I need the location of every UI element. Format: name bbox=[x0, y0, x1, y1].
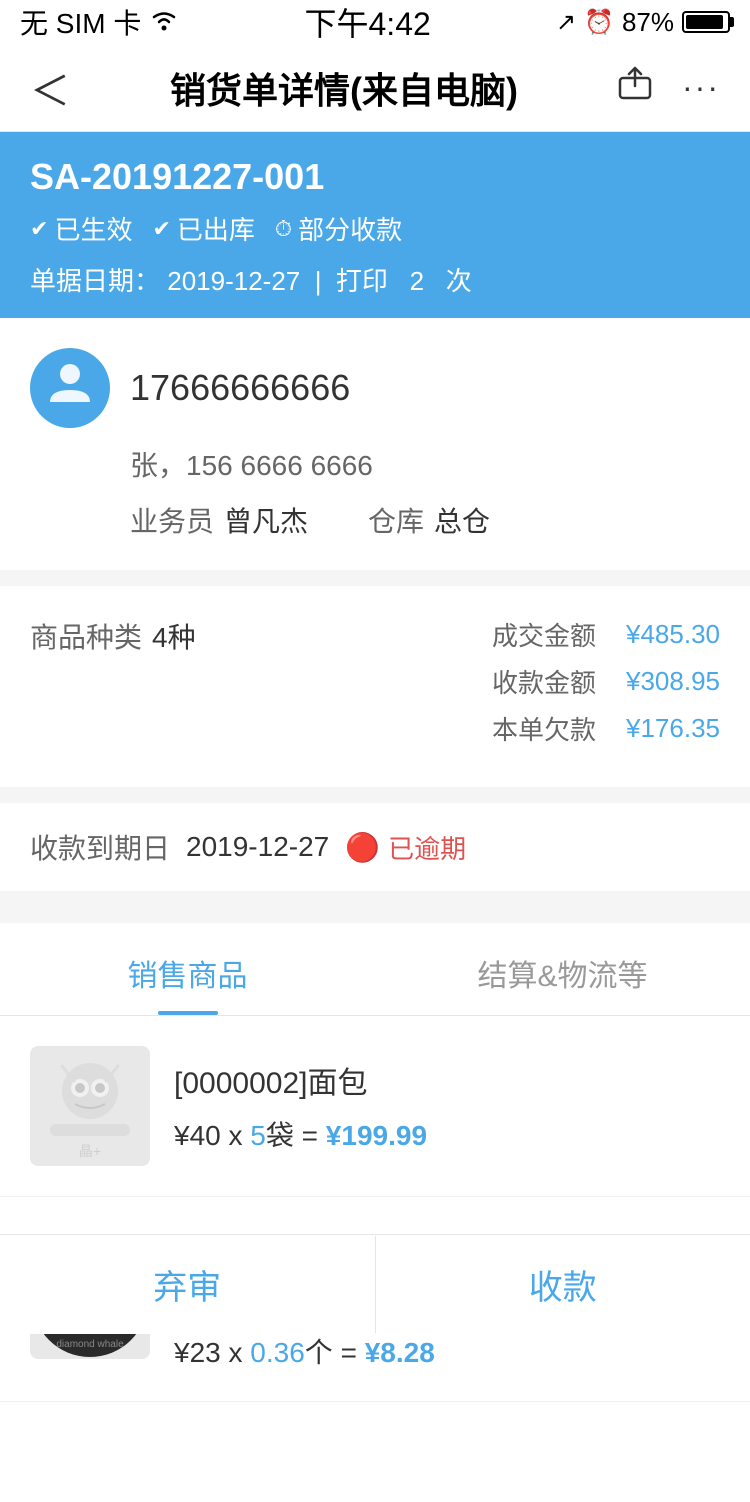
deal-value: ¥485.30 bbox=[626, 619, 720, 650]
page-title: 销货单详情(来自电脑) bbox=[170, 62, 518, 114]
product-type-value: 4种 bbox=[152, 616, 196, 656]
person-icon bbox=[46, 358, 94, 418]
avatar bbox=[30, 348, 110, 428]
product-price-2: ¥23 x 0.36个 = ¥8.28 bbox=[174, 1331, 720, 1371]
battery-icon bbox=[682, 11, 730, 33]
cancel-button[interactable]: 弃审 bbox=[0, 1236, 376, 1333]
nav-bar: ＜ 销货单详情(来自电脑) ··· bbox=[0, 44, 750, 132]
qty-1: 5 bbox=[250, 1120, 266, 1151]
customer-section: 17666666666 张，156 6666 6666 业务员 曾凡杰 仓库 总… bbox=[0, 318, 750, 570]
clock-icon: ⏱ bbox=[275, 216, 292, 242]
badge-partial: ⏱ 部分收款 bbox=[275, 210, 402, 247]
debt-label: 本单欠款 bbox=[492, 710, 596, 747]
sales-label: 业务员 bbox=[130, 500, 214, 540]
list-item: 晶+ [0000002]面包 ¥40 x 5袋 = ¥199.99 bbox=[0, 1016, 750, 1197]
deal-label: 成交金额 bbox=[492, 616, 596, 653]
total-1: ¥199.99 bbox=[326, 1120, 427, 1151]
due-date: 2019-12-27 bbox=[186, 831, 329, 863]
customer-main-row: 17666666666 bbox=[30, 348, 720, 428]
order-date: 2019-12-27 bbox=[167, 266, 300, 296]
status-time: 下午4:42 bbox=[305, 0, 431, 45]
carrier-text: 无 SIM 卡 bbox=[20, 2, 141, 42]
tab-settlement[interactable]: 结算&物流等 bbox=[375, 923, 750, 1015]
qty-2: 0.36 bbox=[250, 1337, 305, 1368]
overdue-icon: 🔴 bbox=[345, 831, 380, 864]
check-icon-1: ✔ bbox=[30, 216, 48, 242]
deal-row: 成交金额 ¥485.30 bbox=[492, 616, 720, 653]
share-icon[interactable] bbox=[618, 66, 652, 109]
total-2: ¥8.28 bbox=[365, 1337, 435, 1368]
due-section: 收款到期日 2019-12-27 🔴 已逾期 bbox=[0, 803, 750, 891]
order-id: SA-20191227-001 bbox=[30, 156, 720, 198]
sales-item: 业务员 曾凡杰 bbox=[130, 500, 308, 540]
tabs-section: 销售商品 结算&物流等 bbox=[0, 923, 750, 1016]
tabs-row: 销售商品 结算&物流等 bbox=[0, 923, 750, 1016]
date-label: 单据日期： bbox=[30, 266, 160, 296]
tab-sales-products[interactable]: 销售商品 bbox=[0, 923, 375, 1015]
product-price-1: ¥40 x 5袋 = ¥199.99 bbox=[174, 1114, 720, 1154]
battery-percent: 87% bbox=[622, 7, 674, 38]
customer-meta: 业务员 曾凡杰 仓库 总仓 bbox=[130, 500, 720, 540]
summary-right: 成交金额 ¥485.30 收款金额 ¥308.95 本单欠款 ¥176.35 bbox=[492, 616, 720, 757]
svg-text:diamond whale: diamond whale bbox=[56, 1339, 124, 1350]
customer-sub: 张，156 6666 6666 bbox=[130, 444, 720, 484]
print-count: 2 bbox=[410, 266, 424, 296]
status-indicators: ↗ ⏰ 87% bbox=[556, 7, 730, 38]
price-base-1: ¥40 bbox=[174, 1120, 221, 1151]
check-icon-2: ✔ bbox=[152, 216, 170, 242]
received-row: 收款金额 ¥308.95 bbox=[492, 663, 720, 700]
badge-shipped: ✔ 已出库 bbox=[152, 210, 254, 247]
due-label: 收款到期日 bbox=[30, 827, 170, 867]
received-label: 收款金额 bbox=[492, 663, 596, 700]
alarm-icon: ⏰ bbox=[584, 8, 614, 37]
location-icon: ↗ bbox=[556, 8, 576, 37]
product-info-1: [0000002]面包 ¥40 x 5袋 = ¥199.99 bbox=[174, 1058, 720, 1154]
status-carrier: 无 SIM 卡 bbox=[20, 2, 179, 42]
product-name-1: [0000002]面包 bbox=[174, 1058, 720, 1102]
sales-value: 曾凡杰 bbox=[224, 500, 308, 540]
svg-text:晶+: 晶+ bbox=[79, 1143, 101, 1159]
warehouse-label: 仓库 bbox=[368, 500, 424, 540]
back-button[interactable]: ＜ bbox=[30, 59, 70, 117]
product-type-label: 商品种类 bbox=[30, 616, 142, 656]
product-type-item: 商品种类 4种 bbox=[30, 616, 196, 656]
customer-name: 17666666666 bbox=[130, 367, 350, 409]
badge-effective: ✔ 已生效 bbox=[30, 210, 132, 247]
section-divider bbox=[0, 907, 750, 923]
warehouse-value: 总仓 bbox=[434, 500, 490, 540]
overdue-text: 已逾期 bbox=[388, 829, 466, 866]
confirm-button[interactable]: 收款 bbox=[376, 1236, 750, 1333]
debt-row: 本单欠款 ¥176.35 bbox=[492, 710, 720, 747]
summary-section: 商品种类 4种 成交金额 ¥485.30 收款金额 ¥308.95 本单欠款 ¥… bbox=[0, 586, 750, 787]
nav-right-buttons: ··· bbox=[618, 66, 720, 109]
price-base-2: ¥23 bbox=[174, 1337, 221, 1368]
received-value: ¥308.95 bbox=[626, 666, 720, 697]
header-date-line: 单据日期： 2019-12-27 | 打印 2 次 bbox=[30, 261, 720, 298]
wifi-icon bbox=[149, 6, 179, 38]
product-thumb-1: 晶+ bbox=[30, 1046, 150, 1166]
debt-value: ¥176.35 bbox=[626, 713, 720, 744]
overdue-badge: 🔴 已逾期 bbox=[345, 829, 466, 866]
warehouse-item: 仓库 总仓 bbox=[368, 500, 490, 540]
status-bar: 无 SIM 卡 下午4:42 ↗ ⏰ 87% bbox=[0, 0, 750, 44]
summary-left: 商品种类 4种 bbox=[30, 616, 196, 664]
more-icon[interactable]: ··· bbox=[682, 69, 720, 106]
status-badges: ✔ 已生效 ✔ 已出库 ⏱ 部分收款 bbox=[30, 210, 720, 247]
bottom-bar: 弃审 收款 bbox=[0, 1234, 750, 1334]
print-label: 打印 bbox=[336, 266, 388, 296]
header-banner: SA-20191227-001 ✔ 已生效 ✔ 已出库 ⏱ 部分收款 单据日期：… bbox=[0, 132, 750, 318]
print-unit: 次 bbox=[446, 266, 472, 296]
